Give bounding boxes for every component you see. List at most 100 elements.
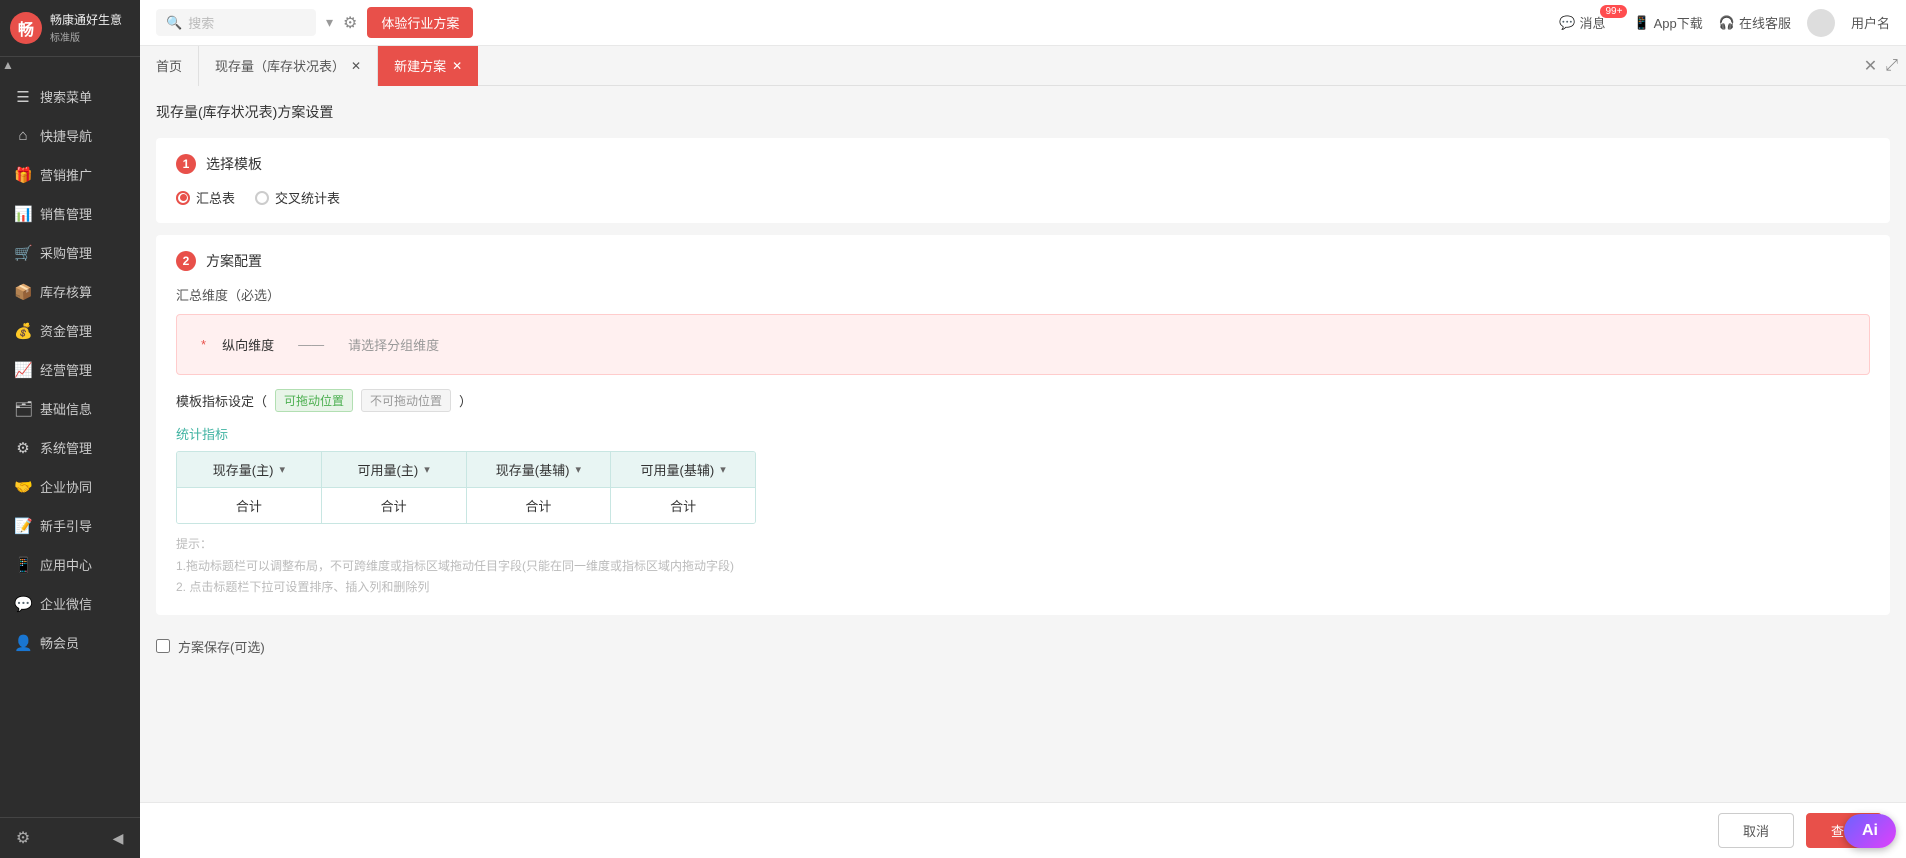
radio-summary-circle [176,191,190,205]
phone-icon: 📱 [14,556,32,574]
trend-icon: 📈 [14,361,32,379]
tab-home[interactable]: 首页 [140,46,199,86]
sidebar-item-finance[interactable]: 💰 资金管理 [0,311,140,350]
sidebar-item-label: 新手引导 [40,516,92,535]
sidebar-item-label: 系统管理 [40,438,92,457]
stat-col-1-body: 合计 [322,488,466,523]
stat-col-3-header[interactable]: 可用量(基辅) ▾ [611,452,755,488]
dim-separator: —— [298,337,324,352]
tabbar: 首页 现存量（库存状况表） ✕ 新建方案 ✕ ✕ ⤢ [140,46,1906,86]
sidebar-logo-text: 畅康通好生意 标准版 [50,12,122,44]
sidebar-item-marketing[interactable]: 🎁 营销推广 [0,155,140,194]
sidebar-item-wechat[interactable]: 💬 企业微信 [0,584,140,623]
step1-card: 1 选择模板 汇总表 交叉统计表 [156,138,1890,223]
sidebar-item-app-center[interactable]: 📱 应用中心 [0,545,140,584]
sidebar-logo: 畅 畅康通好生意 标准版 [0,0,140,57]
sidebar-item-label: 应用中心 [40,555,92,574]
topbar-gear-icon[interactable]: ⚙ [343,13,357,33]
sidebar-item-base-info[interactable]: 🗂 基础信息 [0,389,140,428]
radio-cross[interactable]: 交叉统计表 [255,188,340,207]
stat-col-3-body: 合计 [611,488,755,523]
tip-item-1: 2. 点击标题栏下拉可设置排序、插入列和删除列 [176,577,1870,599]
guide-icon: 📝 [14,517,32,535]
ai-button-label: Ai [1862,822,1878,840]
sidebar-item-enterprise[interactable]: 🤝 企业协同 [0,467,140,506]
dim-required-mark: * [201,337,206,352]
tab-inventory-label: 现存量（库存状况表） [215,56,345,75]
search-placeholder: 搜索 [188,13,214,32]
dimension-area[interactable]: * 纵向维度 —— 请选择分组维度 [176,314,1870,375]
stat-col-2-header[interactable]: 现存量(基辅) ▾ [467,452,611,488]
topbar-dropdown-icon[interactable]: ▾ [326,14,333,31]
trial-btn[interactable]: 体验行业方案 [367,7,473,38]
app-logo-icon: 畅 [10,12,42,44]
tip-item-0: 1.拖动标题栏可以调整布局，不可跨维度或指标区域拖动任目字段(只能在同一维度或指… [176,556,1870,578]
topbar: 🔍 搜索 ▾ ⚙ 体验行业方案 💬 消息 99+ 📱 App下载 🎧 在线客服 … [140,0,1906,46]
sidebar-item-management[interactable]: 📈 经营管理 [0,350,140,389]
drag-badge: 可拖动位置 [275,389,353,412]
step2-number: 2 [176,251,196,271]
tab-inventory-status[interactable]: 现存量（库存状况表） ✕ [199,46,378,86]
ai-button[interactable]: Ai [1844,814,1896,848]
app-download-label: App下载 [1654,13,1703,32]
tab-new-scheme-close[interactable]: ✕ [452,59,462,73]
sidebar-item-quick-nav[interactable]: ⌂ 快捷导航 [0,116,140,155]
app-download-btn[interactable]: 📱 App下载 [1633,13,1702,32]
save-checkbox[interactable] [156,639,170,653]
sidebar-item-search-menu[interactable]: ☰ 搜索菜单 [0,77,140,116]
sidebar-item-purchase[interactable]: 🛒 采购管理 [0,233,140,272]
chevron-down-icon-3: ▾ [720,463,726,476]
close-tab-icon[interactable]: ✕ [1864,56,1877,76]
chevron-down-icon-0: ▾ [279,463,285,476]
stat-col-3: 可用量(基辅) ▾ 合计 [611,452,755,523]
chevron-down-icon-1: ▾ [424,463,430,476]
chat-icon: 💬 [14,595,32,613]
no-drag-badge-label: 不可拖动位置 [370,392,442,409]
sidebar-scroll-up[interactable]: ▲ [0,57,16,73]
chart-icon: 📊 [14,205,32,223]
sidebar-item-system[interactable]: ⚙ 系统管理 [0,428,140,467]
save-scheme: 方案保存(可选) [156,627,1890,666]
sidebar-item-label: 快捷导航 [40,126,92,145]
topbar-right: 💬 消息 99+ 📱 App下载 🎧 在线客服 用户名 [1559,9,1890,37]
sidebar-item-label: 营销推广 [40,165,92,184]
sidebar-item-member[interactable]: 👤 畅会员 [0,623,140,662]
radio-summary-label: 汇总表 [196,188,235,207]
sidebar-item-sales[interactable]: 📊 销售管理 [0,194,140,233]
stat-col-2-body: 合计 [467,488,611,523]
radio-summary[interactable]: 汇总表 [176,188,235,207]
user-avatar[interactable] [1807,9,1835,37]
sidebar-item-label: 企业协同 [40,477,92,496]
indicator-label-suffix: ） [459,391,472,410]
stat-col-0-header[interactable]: 现存量(主) ▾ [177,452,321,488]
tab-new-scheme[interactable]: 新建方案 ✕ [378,46,478,86]
sidebar-item-inventory[interactable]: 📦 库存核算 [0,272,140,311]
expand-tab-icon[interactable]: ⤢ [1885,57,1898,75]
bottom-bar: 取消 查询 [140,802,1906,858]
radio-cross-circle [255,191,269,205]
username-label: 用户名 [1851,13,1890,32]
tabbar-right: ✕ ⤢ [1864,56,1906,76]
stat-col-3-sub: 合计 [670,496,696,515]
stat-col-0-sub: 合计 [236,496,262,515]
stat-col-1-label: 可用量(主) [358,460,419,479]
sidebar-scroll-down[interactable]: ◀ [110,830,126,846]
settings-icon[interactable]: ⚙ [14,828,32,848]
template-radio-group: 汇总表 交叉统计表 [176,188,1870,207]
folder-icon: 🗂 [14,400,32,418]
dimension-section-label: 汇总维度（必选） [176,285,1870,304]
sidebar-item-new-guide[interactable]: 📝 新手引导 [0,506,140,545]
tab-inventory-close[interactable]: ✕ [351,59,361,73]
step1-header: 1 选择模板 [176,154,1870,174]
search-box[interactable]: 🔍 搜索 [156,9,316,36]
customer-service-btn[interactable]: 🎧 在线客服 [1719,13,1791,32]
chevron-down-icon-2: ▾ [575,463,581,476]
tips-title: 提示： [176,537,212,551]
stat-col-1: 可用量(主) ▾ 合计 [322,452,467,523]
stat-col-1-header[interactable]: 可用量(主) ▾ [322,452,466,488]
gift-icon: 🎁 [14,166,32,184]
message-btn[interactable]: 💬 消息 99+ [1559,13,1617,32]
content-area: 现存量(库存状况表)方案设置 1 选择模板 汇总表 交叉统计表 2 [140,86,1906,802]
cancel-button[interactable]: 取消 [1718,813,1794,848]
step2-card: 2 方案配置 汇总维度（必选） * 纵向维度 —— 请选择分组维度 模板指标设定… [156,235,1890,615]
